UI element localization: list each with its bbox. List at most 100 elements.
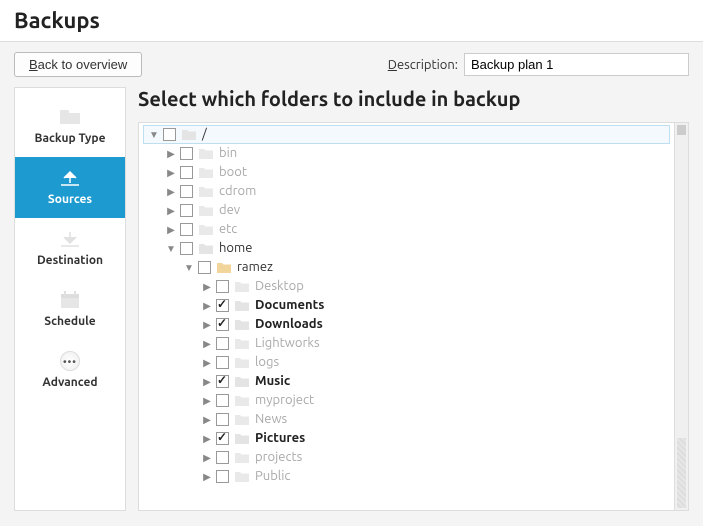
include-checkbox[interactable]	[216, 470, 229, 483]
include-checkbox[interactable]	[216, 337, 229, 350]
sidebar-item-label: Schedule	[44, 315, 95, 328]
tree-row[interactable]: ▶ etc	[143, 220, 674, 239]
tree-node-label: cdrom	[219, 182, 256, 201]
tree-row[interactable]: ▶ bin	[143, 144, 674, 163]
include-checkbox[interactable]	[180, 185, 193, 198]
tree-row[interactable]: ▶ Downloads	[143, 315, 674, 334]
tree-row[interactable]: ▶boot	[143, 163, 674, 182]
chevron-right-icon[interactable]: ▶	[201, 357, 213, 369]
include-checkbox[interactable]	[163, 128, 176, 141]
tree-row[interactable]: ▶ Desktop	[143, 277, 674, 296]
folder-icon	[198, 223, 214, 236]
tree-node-label: News	[255, 410, 287, 429]
sidebar-item-label: Destination	[37, 254, 103, 267]
chevron-right-icon[interactable]: ▶	[165, 224, 177, 236]
chevron-right-icon[interactable]: ▶	[201, 395, 213, 407]
chevron-right-icon[interactable]: ▶	[201, 376, 213, 388]
include-checkbox[interactable]	[198, 261, 211, 274]
folder-icon	[234, 299, 250, 312]
chevron-right-icon[interactable]: ▶	[165, 205, 177, 217]
sidebar-item-destination[interactable]: Destination	[15, 218, 125, 279]
chevron-right-icon[interactable]: ▶	[165, 167, 177, 179]
folder-icon	[216, 261, 232, 274]
include-checkbox[interactable]	[180, 166, 193, 179]
chevron-right-icon[interactable]: ▶	[201, 338, 213, 350]
include-checkbox[interactable]	[216, 413, 229, 426]
include-checkbox[interactable]	[216, 356, 229, 369]
include-checkbox[interactable]	[216, 451, 229, 464]
tree-row[interactable]: ▶Public	[143, 467, 674, 486]
include-checkbox[interactable]	[180, 204, 193, 217]
chevron-down-icon[interactable]: ▼	[183, 262, 195, 274]
content-heading: Select which folders to include in backu…	[138, 87, 689, 110]
folder-icon	[198, 242, 214, 255]
tree-node-label: myproject	[255, 391, 314, 410]
tree-row[interactable]: ▼ home	[143, 239, 674, 258]
description-input[interactable]	[464, 53, 689, 76]
chevron-right-icon[interactable]: ▶	[165, 148, 177, 160]
tree-row[interactable]: ▶logs	[143, 353, 674, 372]
folder-icon	[234, 375, 250, 388]
sidebar-item-label: Advanced	[42, 376, 97, 389]
include-checkbox[interactable]	[180, 242, 193, 255]
sidebar-item-schedule[interactable]: Schedule	[15, 279, 125, 340]
include-checkbox[interactable]	[180, 223, 193, 236]
sidebar-item-sources[interactable]: Sources	[15, 157, 125, 218]
tree-row[interactable]: ▼ ramez	[143, 258, 674, 277]
folder-tree[interactable]: ▼/▶bin▶boot▶cdrom▶dev▶etc▼home▼ramez▶Des…	[139, 123, 674, 492]
description-label: Description:	[388, 58, 458, 72]
chevron-right-icon[interactable]: ▶	[201, 433, 213, 445]
include-checkbox[interactable]	[216, 375, 229, 388]
include-checkbox[interactable]	[216, 280, 229, 293]
tree-node-label: etc	[219, 220, 237, 239]
folder-icon	[198, 147, 214, 160]
folder-icon	[198, 185, 214, 198]
include-checkbox[interactable]	[216, 394, 229, 407]
tree-node-label: Downloads	[255, 315, 323, 334]
folder-icon	[234, 470, 250, 483]
folder-icon	[234, 432, 250, 445]
include-checkbox[interactable]	[216, 432, 229, 445]
folder-icon	[234, 280, 250, 293]
sidebar-item-backup-type[interactable]: Backup Type	[15, 96, 125, 157]
scrollbar[interactable]	[674, 123, 688, 510]
include-checkbox[interactable]	[180, 147, 193, 160]
chevron-right-icon[interactable]: ▶	[165, 186, 177, 198]
sidebar-item-label: Backup Type	[35, 132, 106, 145]
chevron-right-icon[interactable]: ▶	[201, 414, 213, 426]
chevron-down-icon[interactable]: ▼	[165, 243, 177, 255]
folder-icon	[234, 337, 250, 350]
tree-row[interactable]: ▶Pictures	[143, 429, 674, 448]
include-checkbox[interactable]	[216, 318, 229, 331]
folder-icon	[234, 451, 250, 464]
chevron-right-icon[interactable]: ▶	[201, 300, 213, 312]
folder-icon	[234, 356, 250, 369]
back-to-overview-button[interactable]: Back to overview	[14, 52, 142, 77]
folder-tree-container: ▼/▶bin▶boot▶cdrom▶dev▶etc▼home▼ramez▶Des…	[138, 122, 689, 511]
tree-row[interactable]: ▶dev	[143, 201, 674, 220]
tree-row[interactable]: ▶ myproject	[143, 391, 674, 410]
chevron-right-icon[interactable]: ▶	[201, 281, 213, 293]
sidebar-item-advanced[interactable]: ••• Advanced	[15, 340, 125, 401]
tree-row[interactable]: ▼/	[143, 125, 670, 144]
tree-row[interactable]: ▶Music	[143, 372, 674, 391]
sidebar: Backup Type Sources Destination Schedule…	[14, 87, 126, 511]
page-title: Backups	[14, 8, 689, 33]
include-checkbox[interactable]	[216, 299, 229, 312]
window-header: Backups	[0, 0, 703, 42]
chevron-right-icon[interactable]: ▶	[201, 319, 213, 331]
description-field: Description:	[388, 53, 689, 76]
tree-row[interactable]: ▶ News	[143, 410, 674, 429]
tree-node-label: Desktop	[255, 277, 304, 296]
tree-row[interactable]: ▶ cdrom	[143, 182, 674, 201]
tree-row[interactable]: ▶Documents	[143, 296, 674, 315]
tree-row[interactable]: ▶Lightworks	[143, 334, 674, 353]
tree-node-label: home	[219, 239, 252, 258]
tree-node-label: ramez	[237, 258, 273, 277]
tree-node-label: bin	[219, 144, 237, 163]
chevron-down-icon[interactable]: ▼	[148, 129, 160, 141]
chevron-right-icon[interactable]: ▶	[201, 452, 213, 464]
tree-row[interactable]: ▶projects	[143, 448, 674, 467]
folder-icon	[234, 318, 250, 331]
chevron-right-icon[interactable]: ▶	[201, 471, 213, 483]
